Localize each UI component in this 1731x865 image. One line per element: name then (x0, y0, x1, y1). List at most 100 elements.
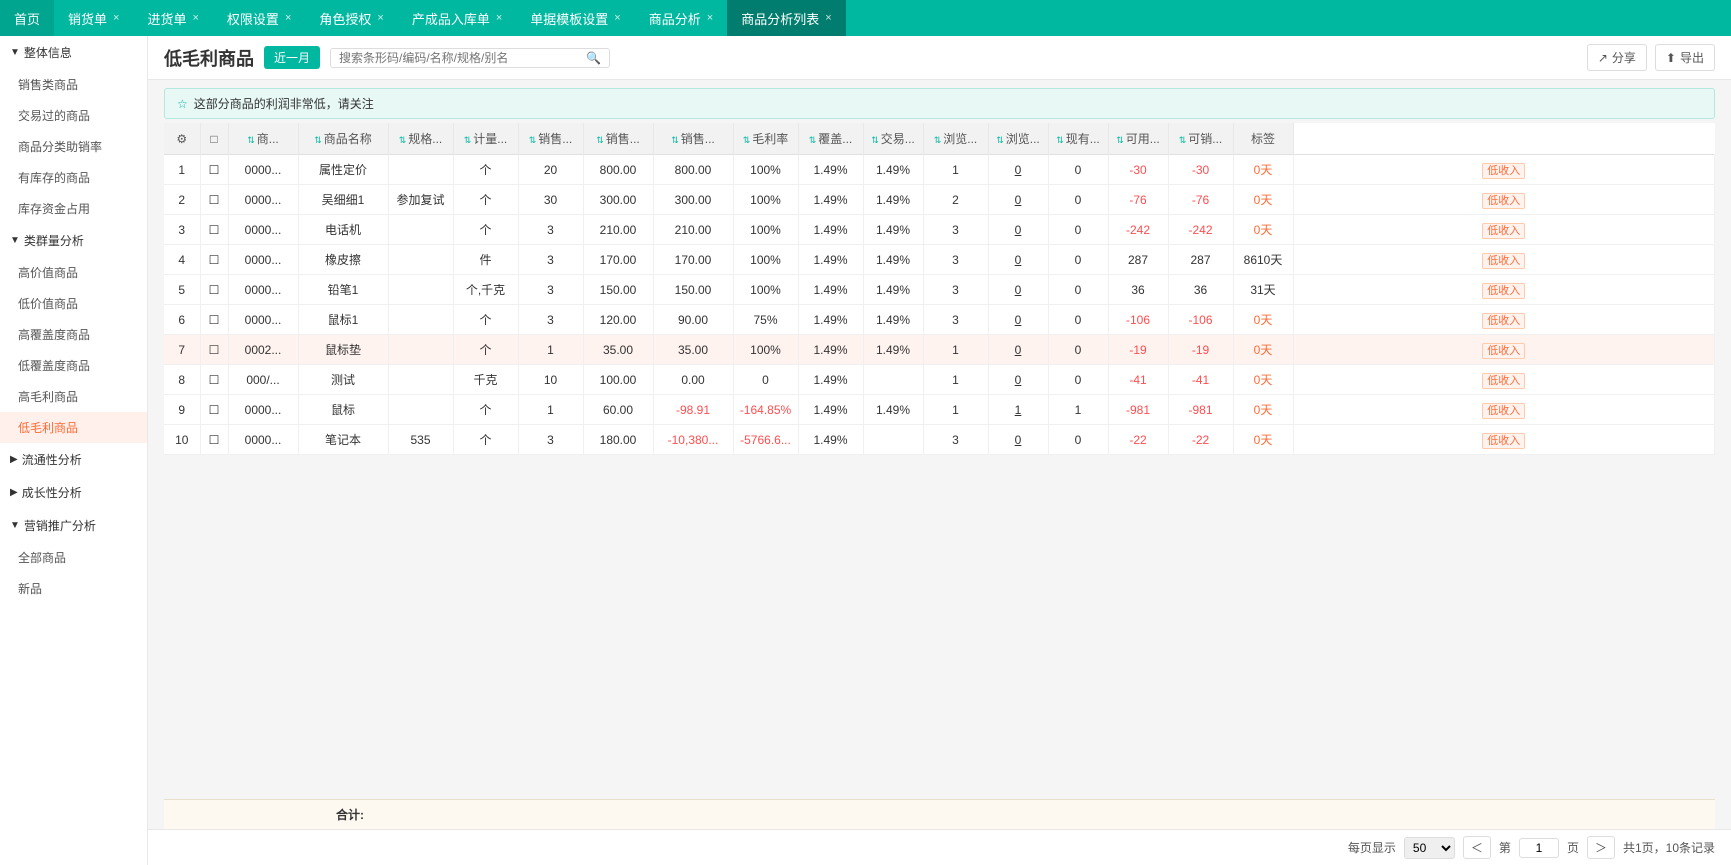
sidebar-section-类群量分析[interactable]: ▼类群量分析 (0, 224, 147, 257)
col-header-16[interactable]: ⇅可销... (1168, 123, 1233, 155)
nav-item-单据模板设置[interactable]: 单据模板设置× (516, 0, 634, 36)
product-price: 180.00 (583, 425, 653, 455)
nav-item-进货单[interactable]: 进货单× (133, 0, 212, 36)
search-box: 🔍 (330, 48, 610, 68)
row-checkbox[interactable]: ☐ (200, 365, 228, 395)
close-icon[interactable]: × (614, 12, 620, 24)
col-header-6[interactable]: ⇅销售... (518, 123, 583, 155)
browse-link[interactable]: 0 (1015, 253, 1022, 267)
row-checkbox[interactable]: ☐ (200, 275, 228, 305)
export-button[interactable]: ⬆ 导出 (1655, 44, 1715, 71)
sort-icon: ⇅ (743, 135, 751, 145)
browse-link[interactable]: 0 (1015, 163, 1022, 177)
col-header-5[interactable]: ⇅计量... (453, 123, 518, 155)
nav-item-产成品入库单[interactable]: 产成品入库单× (398, 0, 516, 36)
coverage (863, 425, 923, 455)
coverage: 1.49% (863, 215, 923, 245)
product-qty: 3 (518, 215, 583, 245)
nav-item-权限设置[interactable]: 权限设置× (213, 0, 305, 36)
nav-item-销货单[interactable]: 销货单× (54, 0, 133, 36)
sidebar-section-营销推广分析[interactable]: ▼营销推广分析 (0, 509, 147, 542)
col-header-15[interactable]: ⇅可用... (1108, 123, 1168, 155)
nav-item-商品分析[interactable]: 商品分析× (635, 0, 727, 36)
page-input[interactable] (1519, 838, 1559, 858)
sidebar-section-流通性分析[interactable]: ▶流通性分析 (0, 443, 147, 476)
row-checkbox[interactable]: ☐ (200, 395, 228, 425)
sidebar-item-有库存的商品[interactable]: 有库存的商品 (0, 162, 147, 193)
sidebar-item-新品[interactable]: 新品 (0, 573, 147, 604)
browse-link[interactable]: 0 (1015, 373, 1022, 387)
product-qty: 1 (518, 335, 583, 365)
nav-item-首页[interactable]: 首页 (0, 0, 54, 36)
per-page-select[interactable]: 50 20 100 (1404, 837, 1455, 859)
share-button[interactable]: ↗ 分享 (1587, 44, 1647, 71)
row-checkbox[interactable]: ☐ (200, 185, 228, 215)
product-price: 35.00 (583, 335, 653, 365)
row-checkbox[interactable]: ☐ (200, 245, 228, 275)
col-header-11[interactable]: ⇅交易... (863, 123, 923, 155)
close-icon[interactable]: × (285, 12, 291, 24)
browse-link[interactable]: 0 (1015, 343, 1022, 357)
sidebar-item-低覆盖度商品[interactable]: 低覆盖度商品 (0, 350, 147, 381)
col-header-3[interactable]: ⇅商品名称 (298, 123, 388, 155)
sidebar-item-全部商品[interactable]: 全部商品 (0, 542, 147, 573)
sort-icon: ⇅ (1179, 135, 1187, 145)
table-container[interactable]: ⚙□⇅商...⇅商品名称⇅规格...⇅计量...⇅销售...⇅销售...⇅销售.… (148, 123, 1731, 799)
row-number: 7 (164, 335, 200, 365)
row-checkbox[interactable]: ☐ (200, 335, 228, 365)
col-header-4[interactable]: ⇅规格... (388, 123, 453, 155)
browse-link[interactable]: 0 (1015, 193, 1022, 207)
row-checkbox[interactable]: ☐ (200, 155, 228, 185)
sidebar-item-低价值商品[interactable]: 低价值商品 (0, 288, 147, 319)
sidebar-section-成长性分析[interactable]: ▶成长性分析 (0, 476, 147, 509)
close-icon[interactable]: × (707, 12, 713, 24)
sidebar-item-高毛利商品[interactable]: 高毛利商品 (0, 381, 147, 412)
sidebar-item-销售类商品[interactable]: 销售类商品 (0, 69, 147, 100)
close-icon[interactable]: × (192, 12, 198, 24)
close-icon[interactable]: × (825, 12, 831, 24)
col-header-14[interactable]: ⇅现有... (1048, 123, 1108, 155)
close-icon[interactable]: × (377, 12, 383, 24)
sidebar-item-库存资金占用[interactable]: 库存资金占用 (0, 193, 147, 224)
sort-icon: ⇅ (996, 135, 1004, 145)
nav-item-角色授权[interactable]: 角色授权× (305, 0, 397, 36)
col-header-10[interactable]: ⇅覆盖... (798, 123, 863, 155)
search-icon[interactable]: 🔍 (586, 51, 601, 65)
chevron-icon: ▼ (10, 47, 20, 58)
col-header-7[interactable]: ⇅销售... (583, 123, 653, 155)
row-checkbox[interactable]: ☐ (200, 305, 228, 335)
col-header-2[interactable]: ⇅商... (228, 123, 298, 155)
sidebar-item-商品分类助销率[interactable]: 商品分类助销率 (0, 131, 147, 162)
sidebar-item-交易过的商品[interactable]: 交易过的商品 (0, 100, 147, 131)
browse-link[interactable]: 0 (1015, 223, 1022, 237)
product-sales: 210.00 (653, 215, 733, 245)
row-checkbox[interactable]: ☐ (200, 215, 228, 245)
browse2: 0 (1048, 185, 1108, 215)
col-header-8[interactable]: ⇅销售... (653, 123, 733, 155)
next-page-button[interactable]: ＞ (1587, 836, 1615, 859)
close-icon[interactable]: × (113, 12, 119, 24)
header-actions: ↗ 分享 ⬆ 导出 (1587, 44, 1715, 71)
browse1: 0 (988, 335, 1048, 365)
sidebar-item-高覆盖度商品[interactable]: 高覆盖度商品 (0, 319, 147, 350)
browse-link[interactable]: 0 (1015, 433, 1022, 447)
browse-link[interactable]: 1 (1015, 403, 1022, 417)
product-spec (388, 395, 453, 425)
sidebar-section-整体信息[interactable]: ▼整体信息 (0, 36, 147, 69)
col-header-13[interactable]: ⇅浏览... (988, 123, 1048, 155)
col-header-12[interactable]: ⇅浏览... (923, 123, 988, 155)
sidebar-item-低毛利商品[interactable]: 低毛利商品 (0, 412, 147, 443)
browse1: 0 (988, 215, 1048, 245)
tag-badge: 低收入 (1482, 373, 1525, 389)
search-input[interactable] (339, 51, 586, 65)
time-filter-button[interactable]: 近一月 (264, 46, 320, 69)
prev-page-button[interactable]: ＜ (1463, 836, 1491, 859)
col-header-9[interactable]: ⇅毛利率 (733, 123, 798, 155)
close-icon[interactable]: × (496, 12, 502, 24)
nav-item-商品分析列表[interactable]: 商品分析列表× (727, 0, 845, 36)
browse-link[interactable]: 0 (1015, 313, 1022, 327)
browse2: 0 (1048, 425, 1108, 455)
browse-link[interactable]: 0 (1015, 283, 1022, 297)
row-checkbox[interactable]: ☐ (200, 425, 228, 455)
sidebar-item-高价值商品[interactable]: 高价值商品 (0, 257, 147, 288)
